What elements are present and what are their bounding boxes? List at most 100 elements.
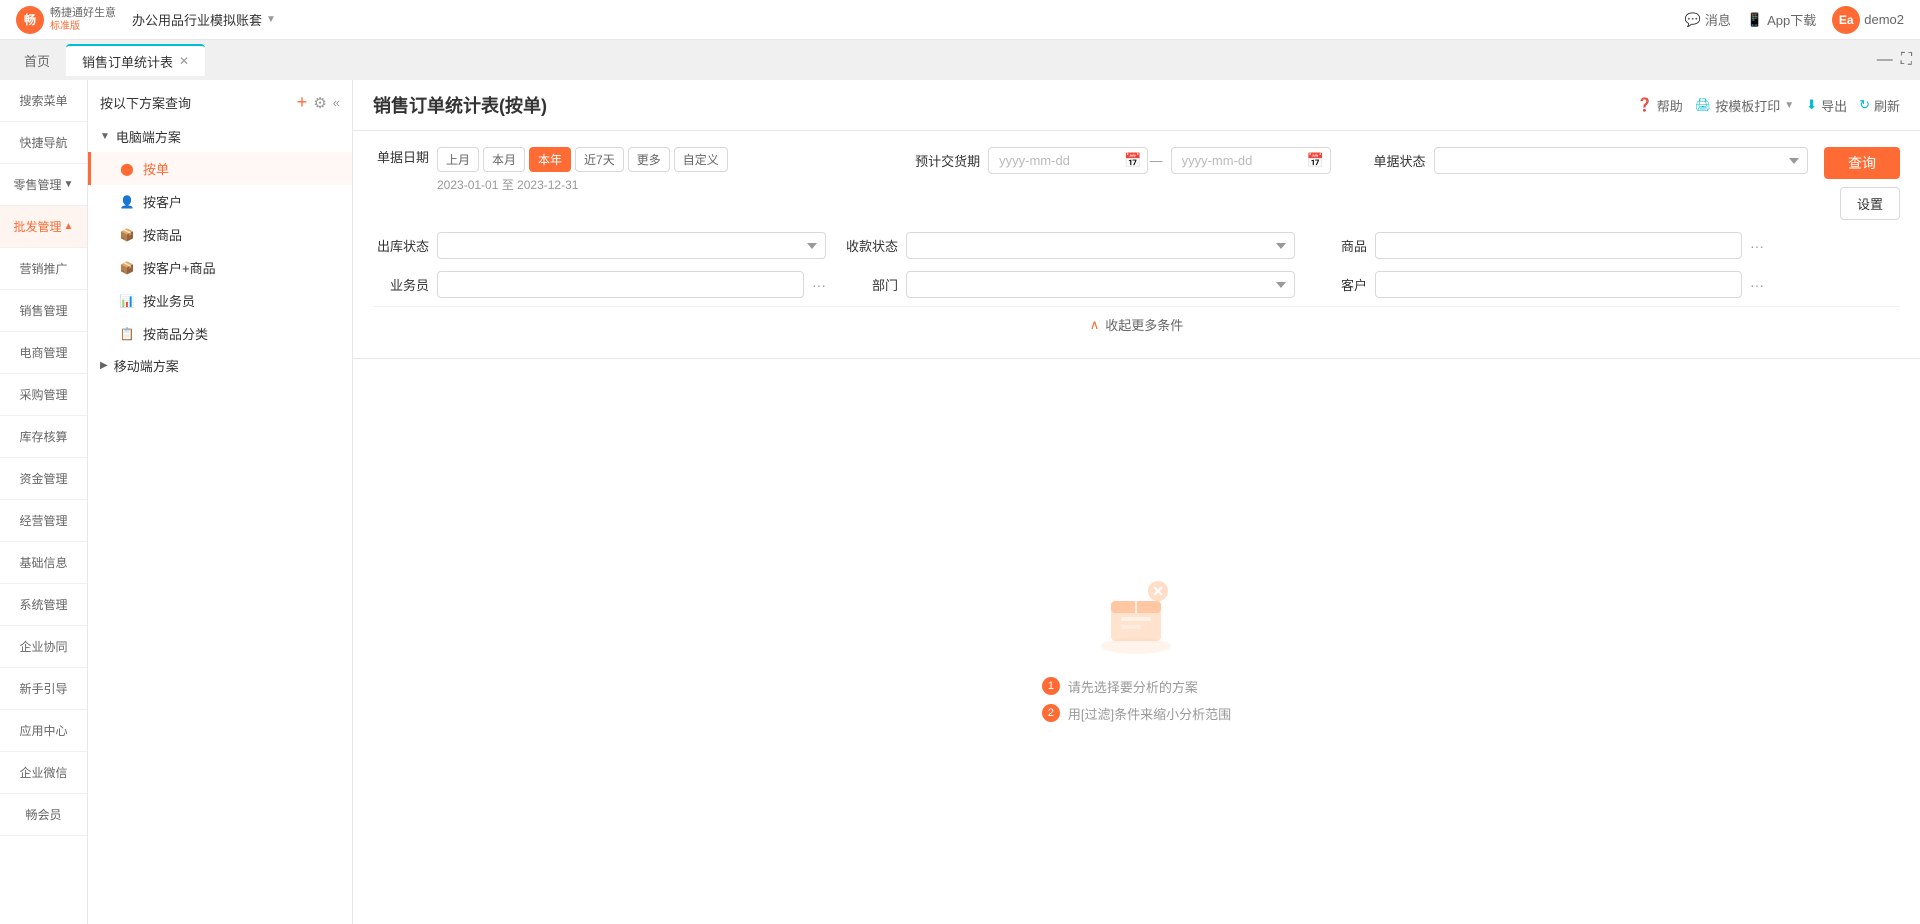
export-label: 导出 bbox=[1821, 96, 1847, 115]
settings-button[interactable]: 设置 bbox=[1840, 187, 1900, 220]
scheme-group-desktop-label: 电脑端方案 bbox=[116, 127, 181, 146]
date-range-text: 2023-01-01 至 2023-12-31 bbox=[437, 176, 728, 193]
out-status-select[interactable] bbox=[437, 232, 826, 259]
scheme-item-by-goods-label: 按商品 bbox=[143, 225, 182, 244]
user-profile[interactable]: Ea demo2 bbox=[1832, 6, 1904, 34]
out-status-label: 出库状态 bbox=[373, 236, 429, 255]
scheme-item-by-order-label: 按单 bbox=[143, 159, 169, 178]
collapse-button[interactable]: ∧ 收起更多条件 bbox=[373, 306, 1900, 342]
expected-date-end-input[interactable] bbox=[1171, 147, 1331, 174]
print-icon: 🖨 bbox=[1695, 97, 1712, 113]
sidebar-quicknav-label: 快捷导航 bbox=[8, 134, 79, 151]
top-bar: 畅 畅捷通好生意 标准版 办公用品行业模拟账套 ▼ 💬 消息 📱 App下载 E… bbox=[0, 0, 1920, 40]
scheme-item-by-category[interactable]: 📋 按商品分类 bbox=[88, 317, 352, 350]
scheme-item-by-salesperson[interactable]: 📊 按业务员 bbox=[88, 284, 352, 317]
sidebar-item-operations[interactable]: 经营管理 bbox=[0, 500, 87, 542]
payment-status-label: 收款状态 bbox=[842, 236, 898, 255]
date-btn-this-month[interactable]: 本月 bbox=[483, 147, 525, 172]
scheme-item-by-customer-goods[interactable]: 📦 按客户+商品 bbox=[88, 251, 352, 284]
sidebar-item-guide[interactable]: 新手引导 bbox=[0, 668, 87, 710]
search-button[interactable]: 查询 bbox=[1824, 147, 1900, 179]
scheme-settings-button[interactable]: ⚙ bbox=[313, 94, 326, 112]
expected-date-label: 预计交货期 bbox=[915, 151, 980, 170]
tab-sales-order[interactable]: 销售订单统计表 ✕ bbox=[66, 44, 205, 76]
print-action[interactable]: 🖨 按模板打印 ▼ bbox=[1695, 96, 1794, 115]
scheme-group-mobile-label: 移动端方案 bbox=[114, 356, 179, 375]
scheme-collapse-button[interactable]: « bbox=[333, 95, 340, 110]
sidebar-retail-arrow: ▼ bbox=[64, 179, 74, 190]
page-title: 销售订单统计表(按单) bbox=[373, 92, 547, 118]
sidebar-item-wechat[interactable]: 企业微信 bbox=[0, 752, 87, 794]
sidebar-item-ecommerce[interactable]: 电商管理 bbox=[0, 332, 87, 374]
empty-state: 1 请先选择要分析的方案 2 用[过滤]条件来缩小分析范围 bbox=[1042, 561, 1231, 723]
customer-more-icon[interactable]: ··· bbox=[1750, 277, 1764, 293]
scheme-item-by-customer[interactable]: 👤 按客户 bbox=[88, 185, 352, 218]
help-icon: ❓ bbox=[1637, 97, 1653, 113]
date-filter-label: 单据日期 bbox=[373, 147, 429, 166]
scheme-add-button[interactable]: + bbox=[297, 92, 308, 113]
department-select[interactable] bbox=[906, 271, 1295, 298]
date-btn-last7[interactable]: 近7天 bbox=[575, 147, 624, 172]
tab-close-icon[interactable]: ✕ bbox=[179, 54, 189, 68]
message-action[interactable]: 💬 消息 bbox=[1685, 10, 1731, 29]
customer-input[interactable] bbox=[1375, 271, 1742, 298]
scheme-item-by-goods[interactable]: 📦 按商品 bbox=[88, 218, 352, 251]
department-label: 部门 bbox=[842, 275, 898, 294]
scheme-item-by-order-icon: ⬤ bbox=[119, 161, 135, 177]
sidebar-item-enterprise[interactable]: 企业协同 bbox=[0, 626, 87, 668]
salesperson-more-icon[interactable]: ··· bbox=[812, 277, 826, 293]
export-action[interactable]: ⬇ 导出 bbox=[1806, 96, 1847, 115]
sidebar-ecommerce-label: 电商管理 bbox=[8, 344, 79, 361]
goods-label: 商品 bbox=[1311, 236, 1367, 255]
avatar: Ea bbox=[1832, 6, 1860, 34]
sidebar-guide-label: 新手引导 bbox=[8, 680, 79, 697]
tab-home[interactable]: 首页 bbox=[8, 44, 66, 76]
sidebar-item-member[interactable]: 畅会员 bbox=[0, 794, 87, 836]
scheme-panel-title: 按以下方案查询 bbox=[100, 93, 191, 112]
download-action[interactable]: 📱 App下载 bbox=[1747, 10, 1816, 29]
expected-date-end-wrapper: 📅 bbox=[1171, 147, 1324, 174]
workspace-selector[interactable]: 办公用品行业模拟账套 ▼ bbox=[124, 6, 284, 33]
scheme-item-by-customer-label: 按客户 bbox=[143, 192, 182, 211]
sidebar-item-wholesale[interactable]: 批发管理 ▲ bbox=[0, 206, 87, 248]
hint1-number: 1 bbox=[1042, 677, 1060, 695]
scheme-panel-actions: + ⚙ « bbox=[297, 92, 340, 113]
sidebar-item-inventory[interactable]: 库存核算 bbox=[0, 416, 87, 458]
date-btn-this-year[interactable]: 本年 bbox=[529, 147, 571, 172]
empty-hints: 1 请先选择要分析的方案 2 用[过滤]条件来缩小分析范围 bbox=[1042, 677, 1231, 723]
date-btn-more[interactable]: 更多 bbox=[628, 147, 670, 172]
help-action[interactable]: ❓ 帮助 bbox=[1637, 96, 1683, 115]
expected-date-start-wrapper: 📅 bbox=[988, 147, 1141, 174]
payment-status-select[interactable] bbox=[906, 232, 1295, 259]
expected-date-start-input[interactable] bbox=[988, 147, 1148, 174]
scheme-item-by-order[interactable]: ⬤ 按单 bbox=[88, 152, 352, 185]
tab-maximize-icon[interactable]: ⛶ bbox=[1901, 51, 1912, 69]
sidebar-item-search[interactable]: 搜索菜单 bbox=[0, 80, 87, 122]
goods-input[interactable] bbox=[1375, 232, 1742, 259]
username: demo2 bbox=[1864, 12, 1904, 27]
scheme-group-desktop-header[interactable]: ▼ 电脑端方案 bbox=[88, 121, 352, 152]
refresh-action[interactable]: ↻ 刷新 bbox=[1859, 96, 1900, 115]
sidebar-item-system[interactable]: 系统管理 bbox=[0, 584, 87, 626]
goods-more-icon[interactable]: ··· bbox=[1750, 238, 1764, 254]
print-dropdown-arrow: ▼ bbox=[1784, 100, 1794, 111]
sidebar-item-finance[interactable]: 资金管理 bbox=[0, 458, 87, 500]
sidebar-item-purchase[interactable]: 采购管理 bbox=[0, 374, 87, 416]
sidebar-operations-label: 经营管理 bbox=[8, 512, 79, 529]
message-icon: 💬 bbox=[1685, 12, 1701, 28]
workspace-label: 办公用品行业模拟账套 bbox=[132, 10, 262, 29]
salesperson-input[interactable] bbox=[437, 271, 804, 298]
sidebar-item-basic[interactable]: 基础信息 bbox=[0, 542, 87, 584]
sidebar-item-quicknav[interactable]: 快捷导航 bbox=[0, 122, 87, 164]
scheme-group-mobile-header[interactable]: ▶ 移动端方案 bbox=[88, 350, 352, 381]
tab-minimize-icon[interactable]: — bbox=[1877, 51, 1893, 69]
date-btn-last-month[interactable]: 上月 bbox=[437, 147, 479, 172]
sidebar-item-sales[interactable]: 销售管理 bbox=[0, 290, 87, 332]
date-btn-custom[interactable]: 自定义 bbox=[674, 147, 728, 172]
status-select[interactable] bbox=[1434, 147, 1808, 174]
sidebar-item-marketing[interactable]: 营销推广 bbox=[0, 248, 87, 290]
logo-subtext: 标准版 bbox=[50, 20, 116, 33]
sidebar-item-appcenter[interactable]: 应用中心 bbox=[0, 710, 87, 752]
sidebar-item-retail[interactable]: 零售管理 ▼ bbox=[0, 164, 87, 206]
scheme-group-desktop-arrow: ▼ bbox=[100, 131, 110, 142]
